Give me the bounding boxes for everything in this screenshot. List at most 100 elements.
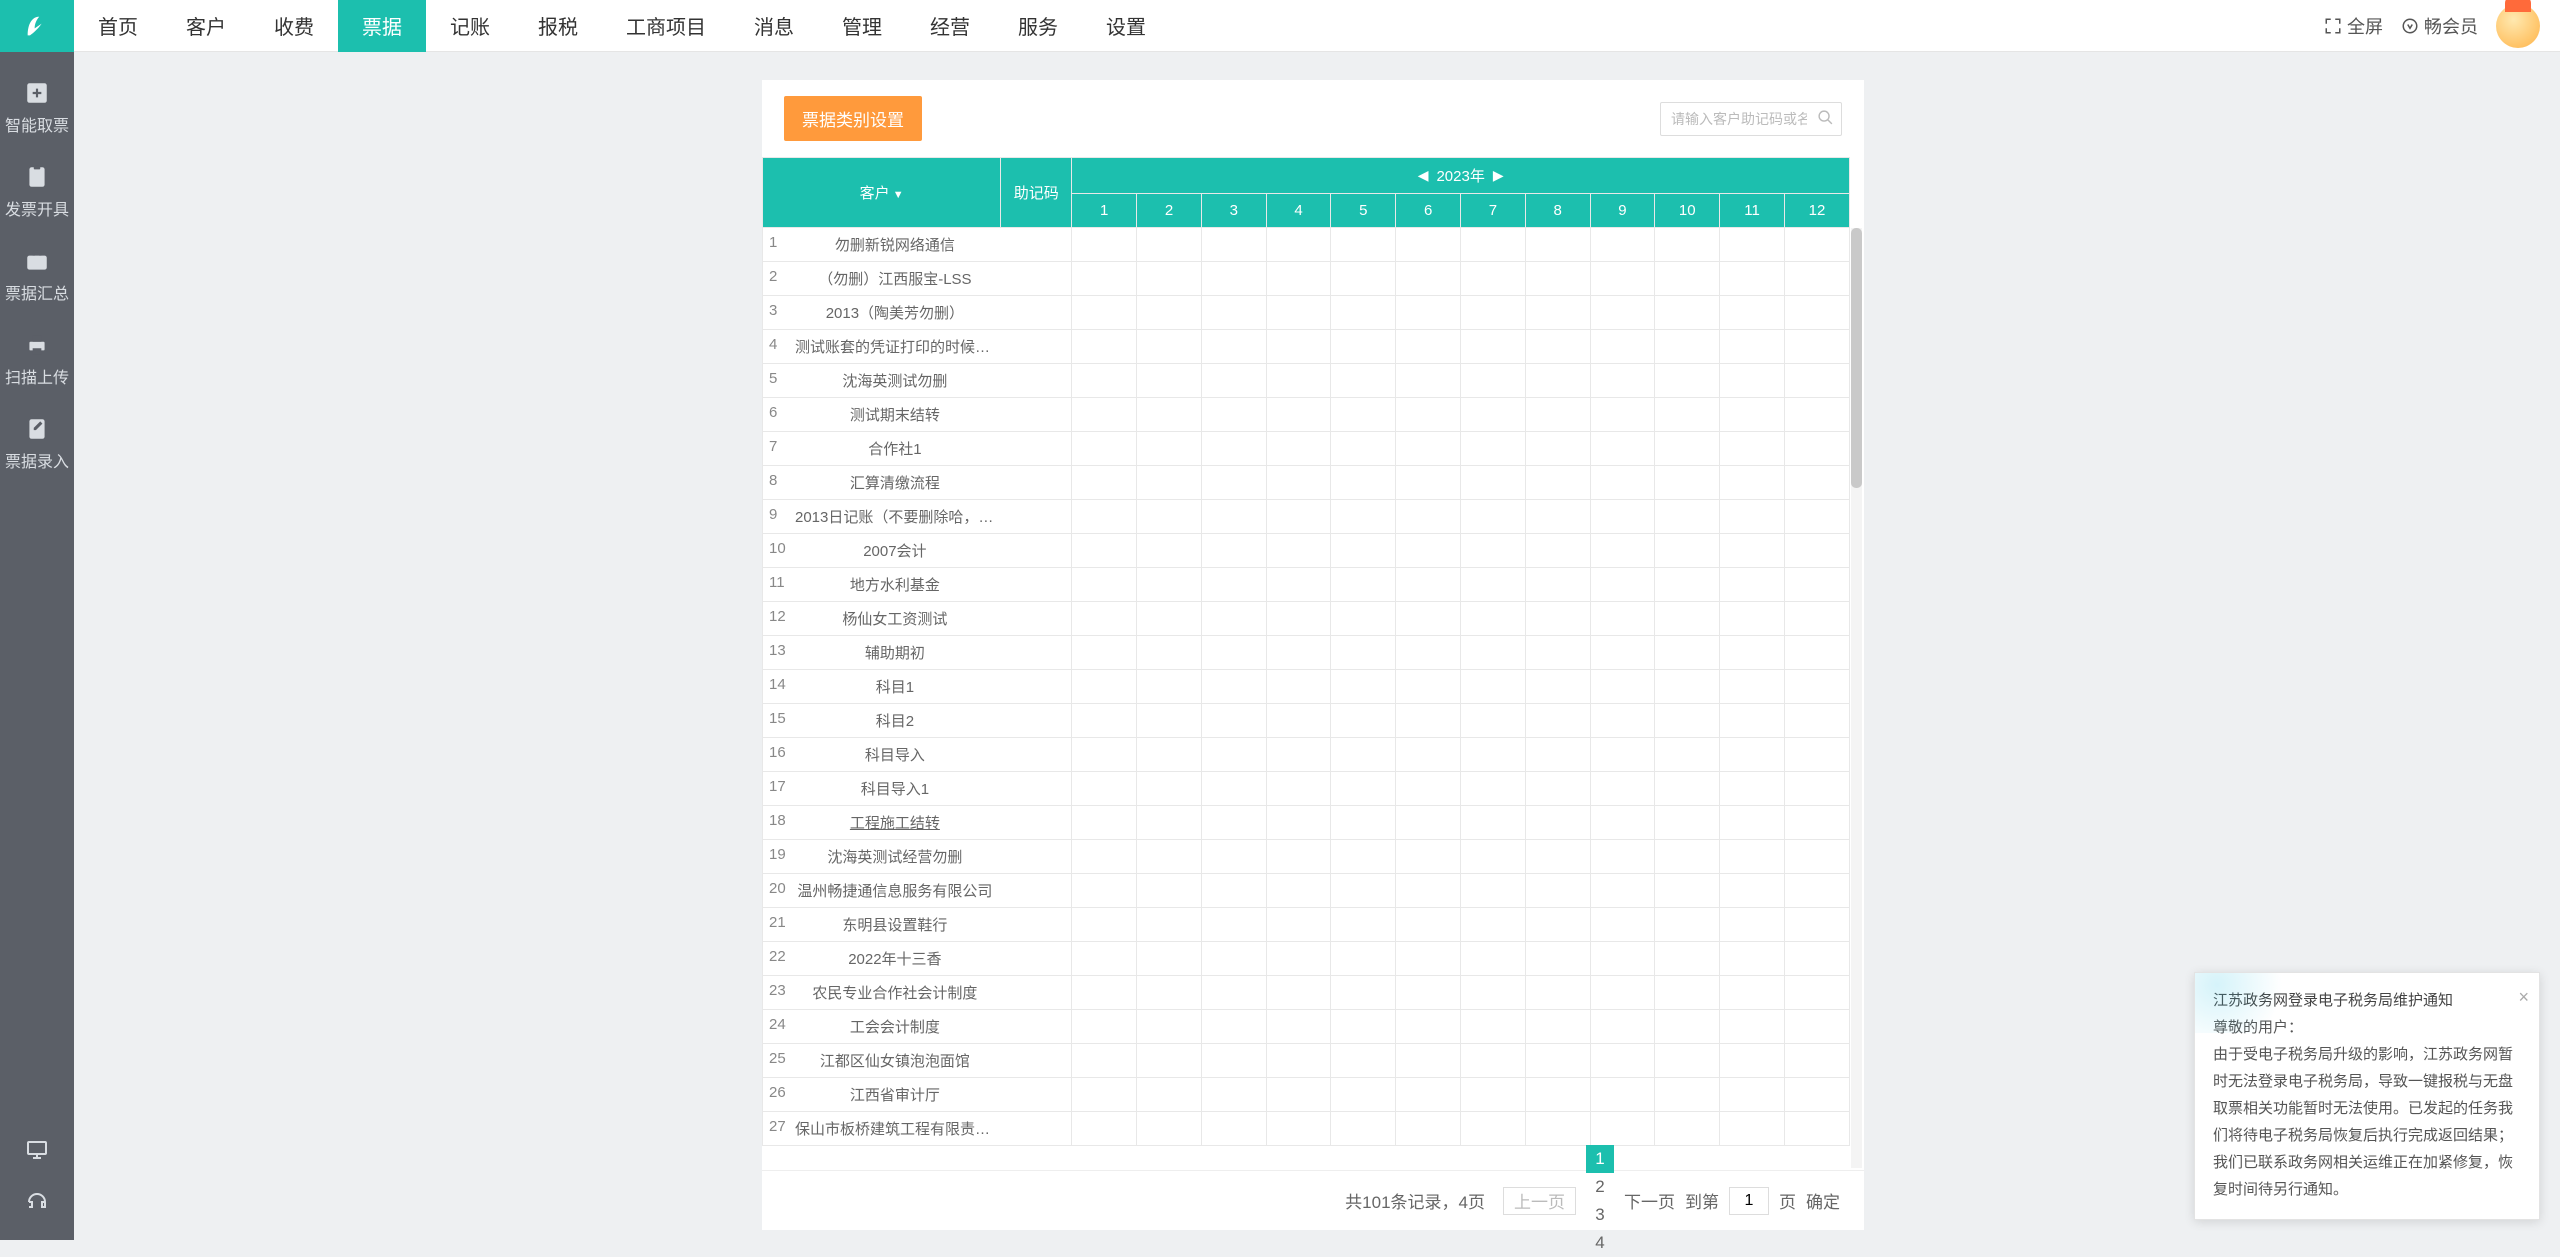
nav-设置[interactable]: 设置 — [1082, 0, 1170, 52]
table-row[interactable]: 23农民专业合作社会计制度 — [763, 976, 1850, 1010]
table-row[interactable]: 17科目导入1 — [763, 772, 1850, 806]
table-row[interactable]: 11地方水利基金 — [763, 568, 1850, 602]
col-code[interactable]: 助记码 — [1001, 158, 1072, 228]
sidebar-item-发票开具[interactable]: 发票开具 — [0, 150, 74, 234]
client-name[interactable]: （勿删）江西服宝-LSS — [795, 268, 995, 289]
nav-记账[interactable]: 记账 — [426, 0, 514, 52]
monitor-icon[interactable] — [25, 1138, 49, 1165]
sidebar-item-票据录入[interactable]: 票据录入 — [0, 402, 74, 486]
table-row[interactable]: 2（勿删）江西服宝-LSS — [763, 262, 1850, 296]
client-name[interactable]: 2007会计 — [795, 540, 995, 561]
client-name[interactable]: 科目导入1 — [795, 778, 995, 799]
table-row[interactable]: 26江西省审计厅 — [763, 1078, 1850, 1112]
table-row[interactable]: 13辅助期初 — [763, 636, 1850, 670]
col-month-5[interactable]: 5 — [1331, 194, 1396, 228]
nav-服务[interactable]: 服务 — [994, 0, 1082, 52]
client-name[interactable]: 勿删新锐网络通信 — [795, 234, 995, 255]
sidebar-item-扫描上传[interactable]: 扫描上传 — [0, 318, 74, 402]
table-row[interactable]: 20温州畅捷通信息服务有限公司 — [763, 874, 1850, 908]
fullscreen-button[interactable]: 全屏 — [2324, 13, 2383, 39]
client-name[interactable]: 保山市板桥建筑工程有限责任... — [795, 1118, 995, 1139]
table-row[interactable]: 16科目导入 — [763, 738, 1850, 772]
client-name[interactable]: 农民专业合作社会计制度 — [795, 982, 995, 1003]
table-row[interactable]: 1勿删新锐网络通信 — [763, 228, 1850, 262]
table-row[interactable]: 5沈海英测试勿删 — [763, 364, 1850, 398]
table-row[interactable]: 7合作社1 — [763, 432, 1850, 466]
client-name[interactable]: 辅助期初 — [795, 642, 995, 663]
table-row[interactable]: 92013日记账（不要删除哈，谢... — [763, 500, 1850, 534]
goto-page-input[interactable] — [1729, 1187, 1769, 1215]
col-month-3[interactable]: 3 — [1201, 194, 1266, 228]
client-name[interactable]: 工会会计制度 — [795, 1016, 995, 1037]
nav-首页[interactable]: 首页 — [74, 0, 162, 52]
search-icon[interactable] — [1817, 109, 1834, 129]
table-row[interactable]: 18工程施工结转 — [763, 806, 1850, 840]
nav-报税[interactable]: 报税 — [514, 0, 602, 52]
col-month-1[interactable]: 1 — [1072, 194, 1137, 228]
col-month-7[interactable]: 7 — [1461, 194, 1526, 228]
col-month-8[interactable]: 8 — [1525, 194, 1590, 228]
col-month-2[interactable]: 2 — [1137, 194, 1202, 228]
col-month-10[interactable]: 10 — [1655, 194, 1720, 228]
table-row[interactable]: 21东明县设置鞋行 — [763, 908, 1850, 942]
nav-收费[interactable]: 收费 — [250, 0, 338, 52]
client-name[interactable]: 江都区仙女镇泡泡面馆 — [795, 1050, 995, 1071]
col-month-4[interactable]: 4 — [1266, 194, 1331, 228]
table-row[interactable]: 32013（陶美芳勿删） — [763, 296, 1850, 330]
headset-icon[interactable] — [25, 1189, 49, 1216]
logo[interactable] — [0, 0, 74, 52]
client-name[interactable]: 科目1 — [795, 676, 995, 697]
table-row[interactable]: 4测试账套的凭证打印的时候是否 — [763, 330, 1850, 364]
table-row[interactable]: 15科目2 — [763, 704, 1850, 738]
table-row[interactable]: 24工会会计制度 — [763, 1010, 1850, 1044]
client-name[interactable]: 东明县设置鞋行 — [795, 914, 995, 935]
client-name[interactable]: 江西省审计厅 — [795, 1084, 995, 1105]
nav-客户[interactable]: 客户 — [162, 0, 250, 52]
col-month-12[interactable]: 12 — [1784, 194, 1849, 228]
close-icon[interactable]: × — [2518, 981, 2529, 1013]
nav-工商项目[interactable]: 工商项目 — [602, 0, 730, 52]
nav-票据[interactable]: 票据 — [338, 0, 426, 52]
table-row[interactable]: 222022年十三香 — [763, 942, 1850, 976]
page-prev-button[interactable]: 上一页 — [1503, 1187, 1576, 1215]
table-row[interactable]: 14科目1 — [763, 670, 1850, 704]
col-month-9[interactable]: 9 — [1590, 194, 1655, 228]
search-input[interactable] — [1660, 102, 1842, 136]
col-client[interactable]: 客户▼ — [763, 158, 1001, 228]
client-name[interactable]: 2013日记账（不要删除哈，谢... — [795, 506, 995, 527]
page-next-button[interactable]: 下一页 — [1624, 1187, 1675, 1215]
client-name[interactable]: 2022年十三香 — [795, 948, 995, 969]
client-name[interactable]: 工程施工结转 — [795, 812, 995, 833]
nav-消息[interactable]: 消息 — [730, 0, 818, 52]
table-row[interactable]: 19沈海英测试经营勿删 — [763, 840, 1850, 874]
sidebar-item-票据汇总[interactable]: 票据汇总 — [0, 234, 74, 318]
page-4[interactable]: 4 — [1586, 1229, 1614, 1257]
col-month-11[interactable]: 11 — [1720, 194, 1785, 228]
client-name[interactable]: 杨仙女工资测试 — [795, 608, 995, 629]
client-name[interactable]: 地方水利基金 — [795, 574, 995, 595]
year-next-icon[interactable]: ▶ — [1493, 167, 1504, 184]
year-prev-icon[interactable]: ◀ — [1418, 167, 1429, 184]
table-row[interactable]: 102007会计 — [763, 534, 1850, 568]
page-3[interactable]: 3 — [1586, 1201, 1614, 1229]
table-row[interactable]: 27保山市板桥建筑工程有限责任... — [763, 1112, 1850, 1146]
client-name[interactable]: 汇算清缴流程 — [795, 472, 995, 493]
goto-confirm-button[interactable]: 确定 — [1806, 1187, 1840, 1215]
client-name[interactable]: 沈海英测试勿删 — [795, 370, 995, 391]
client-name[interactable]: 沈海英测试经营勿删 — [795, 846, 995, 867]
category-settings-button[interactable]: 票据类别设置 — [784, 96, 922, 141]
sidebar-item-智能取票[interactable]: 智能取票 — [0, 66, 74, 150]
client-name[interactable]: 测试账套的凭证打印的时候是否 — [795, 336, 995, 357]
nav-管理[interactable]: 管理 — [818, 0, 906, 52]
client-name[interactable]: 测试期末结转 — [795, 404, 995, 425]
nav-经营[interactable]: 经营 — [906, 0, 994, 52]
client-name[interactable]: 科目导入 — [795, 744, 995, 765]
client-name[interactable]: 温州畅捷通信息服务有限公司 — [795, 880, 995, 901]
page-1[interactable]: 1 — [1586, 1145, 1614, 1173]
client-name[interactable]: 合作社1 — [795, 438, 995, 459]
mascot-avatar[interactable] — [2496, 4, 2540, 48]
table-row[interactable]: 6测试期末结转 — [763, 398, 1850, 432]
table-row[interactable]: 25江都区仙女镇泡泡面馆 — [763, 1044, 1850, 1078]
client-name[interactable]: 科目2 — [795, 710, 995, 731]
page-2[interactable]: 2 — [1586, 1173, 1614, 1201]
